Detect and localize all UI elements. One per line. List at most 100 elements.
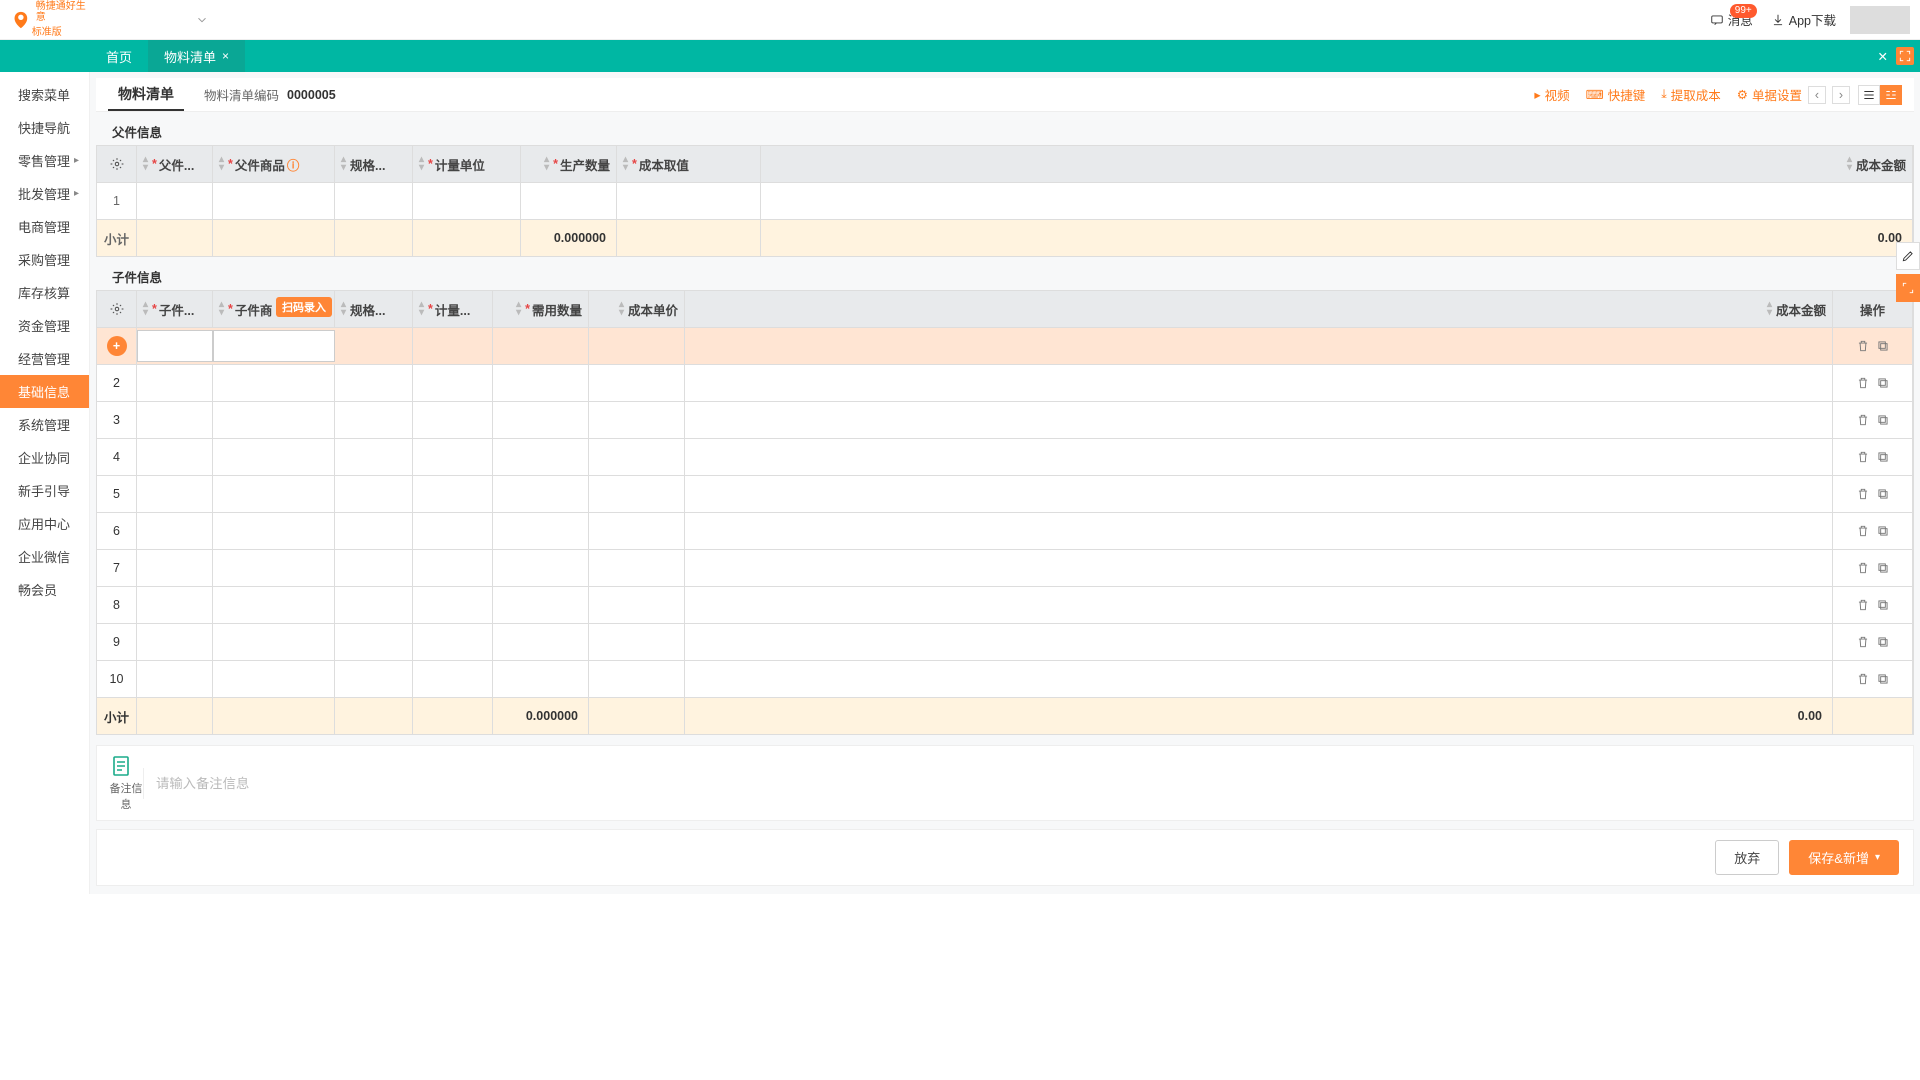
- shortcut-link[interactable]: ⌨快捷键: [1586, 85, 1646, 104]
- sidebar-item[interactable]: 采购管理: [0, 243, 89, 276]
- col-child-amt[interactable]: ▴▾成本金额: [685, 291, 1833, 327]
- sidebar-item[interactable]: 新手引导: [0, 474, 89, 507]
- tabbar-close-button[interactable]: ✕: [1870, 49, 1896, 64]
- page-header: 物料清单 物料清单编码 0000005 ▸视频 ⌨快捷键 ⤓提取成本 ⚙单据设置…: [96, 78, 1914, 112]
- next-doc-button[interactable]: ›: [1832, 86, 1850, 104]
- child-row[interactable]: 8: [96, 587, 1914, 624]
- col-parent-name[interactable]: ▴▾*父件商品ⓘ: [213, 146, 335, 182]
- col-parent-qty[interactable]: ▴▾*生产数量: [521, 146, 617, 182]
- col-parent-unit[interactable]: ▴▾*计量单位: [413, 146, 521, 182]
- copy-row-icon[interactable]: [1876, 413, 1890, 427]
- sidebar-item[interactable]: 资金管理: [0, 309, 89, 342]
- copy-row-icon[interactable]: [1876, 376, 1890, 390]
- brand-line1: 畅捷通好生意: [36, 1, 95, 23]
- child-row[interactable]: 7: [96, 550, 1914, 587]
- col-child-unit[interactable]: ▴▾*计量...: [413, 291, 493, 327]
- child-row[interactable]: 9: [96, 624, 1914, 661]
- copy-row-icon[interactable]: [1876, 524, 1890, 538]
- sidebar-item[interactable]: 系统管理: [0, 408, 89, 441]
- delete-row-icon[interactable]: [1856, 339, 1870, 353]
- doc-no-label: 物料清单编码: [204, 85, 279, 104]
- sidebar-item[interactable]: 企业微信: [0, 540, 89, 573]
- delete-row-icon[interactable]: [1856, 635, 1870, 649]
- row-index: 3: [97, 402, 137, 438]
- scan-input-button[interactable]: 扫码录入: [276, 297, 332, 317]
- note-icon: [109, 754, 133, 778]
- extract-cost-link[interactable]: ⤓提取成本: [1661, 85, 1721, 104]
- child-row[interactable]: 4: [96, 439, 1914, 476]
- edit-tool-button[interactable]: [1896, 242, 1920, 270]
- sidebar-item[interactable]: 电商管理: [0, 210, 89, 243]
- view-list-button[interactable]: [1858, 85, 1880, 105]
- avatar[interactable]: [1850, 6, 1910, 34]
- delete-row-icon[interactable]: [1856, 561, 1870, 575]
- delete-row-icon[interactable]: [1856, 598, 1870, 612]
- chevron-right-icon: ▸: [74, 155, 79, 166]
- col-child-name[interactable]: ▴▾*子件商扫码录入: [213, 291, 335, 327]
- add-row-button[interactable]: +: [107, 336, 127, 356]
- sidebar-item[interactable]: 基础信息: [0, 375, 89, 408]
- col-parent-spec[interactable]: ▴▾规格...: [335, 146, 413, 182]
- delete-row-icon[interactable]: [1856, 672, 1870, 686]
- save-new-button[interactable]: 保存&新增▾: [1789, 840, 1899, 875]
- col-parent-amt[interactable]: ▴▾成本金额: [761, 146, 1913, 182]
- child-row-active[interactable]: +: [96, 328, 1914, 365]
- child-row[interactable]: 5: [96, 476, 1914, 513]
- delete-row-icon[interactable]: [1856, 487, 1870, 501]
- child-code-input[interactable]: [137, 330, 213, 362]
- copy-row-icon[interactable]: [1876, 561, 1890, 575]
- col-parent-cost[interactable]: ▴▾*成本取值: [617, 146, 761, 182]
- expand-tool-button[interactable]: [1896, 274, 1920, 302]
- remark-input[interactable]: [143, 768, 1901, 799]
- sidebar-item[interactable]: 搜索菜单: [0, 78, 89, 111]
- col-child-qty[interactable]: ▴▾*需用数量: [493, 291, 589, 327]
- sidebar-item[interactable]: 快捷导航: [0, 111, 89, 144]
- app-download-button[interactable]: App下载: [1771, 10, 1836, 29]
- prev-doc-button[interactable]: ‹: [1808, 86, 1826, 104]
- col-child-price[interactable]: ▴▾成本单价: [589, 291, 685, 327]
- messages-button[interactable]: 消息 99+: [1710, 10, 1753, 29]
- copy-row-icon[interactable]: [1876, 598, 1890, 612]
- copy-row-icon[interactable]: [1876, 635, 1890, 649]
- sidebar-item[interactable]: 畅会员: [0, 573, 89, 606]
- sidebar-item[interactable]: 应用中心: [0, 507, 89, 540]
- close-icon[interactable]: ×: [222, 49, 229, 63]
- col-gear[interactable]: [97, 146, 137, 182]
- sidebar-item[interactable]: 经营管理: [0, 342, 89, 375]
- child-name-input[interactable]: [213, 330, 335, 362]
- tab-bom[interactable]: 物料清单 ×: [148, 40, 245, 72]
- doc-setting-link[interactable]: ⚙单据设置: [1737, 85, 1802, 104]
- gear-icon: [110, 302, 124, 316]
- tab-home[interactable]: 首页: [90, 40, 148, 72]
- delete-row-icon[interactable]: [1856, 450, 1870, 464]
- col-child-spec[interactable]: ▴▾规格...: [335, 291, 413, 327]
- child-row[interactable]: 2: [96, 365, 1914, 402]
- delete-row-icon[interactable]: [1856, 376, 1870, 390]
- org-selector[interactable]: [125, 13, 209, 27]
- delete-row-icon[interactable]: [1856, 524, 1870, 538]
- copy-row-icon[interactable]: [1876, 450, 1890, 464]
- sidebar-item[interactable]: 企业协同: [0, 441, 89, 474]
- copy-row-icon[interactable]: [1876, 339, 1890, 353]
- brand-logo: 畅捷通好生意 标准版: [10, 1, 95, 38]
- col-parent-code[interactable]: ▴▾*父件...: [137, 146, 213, 182]
- copy-row-icon[interactable]: [1876, 672, 1890, 686]
- child-row[interactable]: 3: [96, 402, 1914, 439]
- parent-row[interactable]: 1: [96, 183, 1914, 220]
- sidebar-item[interactable]: 库存核算: [0, 276, 89, 309]
- copy-row-icon[interactable]: [1876, 487, 1890, 501]
- row-index: 6: [97, 513, 137, 549]
- discard-button[interactable]: 放弃: [1715, 840, 1779, 875]
- view-grid-button[interactable]: [1880, 85, 1902, 105]
- col-gear[interactable]: [97, 291, 137, 327]
- section-parent-title: 父件信息: [96, 116, 1914, 145]
- sidebar-item[interactable]: 批发管理▸: [0, 177, 89, 210]
- child-row[interactable]: 10: [96, 661, 1914, 698]
- extract-icon: ⤓: [1661, 87, 1667, 102]
- sidebar-item[interactable]: 零售管理▸: [0, 144, 89, 177]
- fullscreen-button[interactable]: [1896, 47, 1914, 65]
- child-row[interactable]: 6: [96, 513, 1914, 550]
- video-link[interactable]: ▸视频: [1534, 85, 1569, 104]
- col-child-code[interactable]: ▴▾*子件...: [137, 291, 213, 327]
- delete-row-icon[interactable]: [1856, 413, 1870, 427]
